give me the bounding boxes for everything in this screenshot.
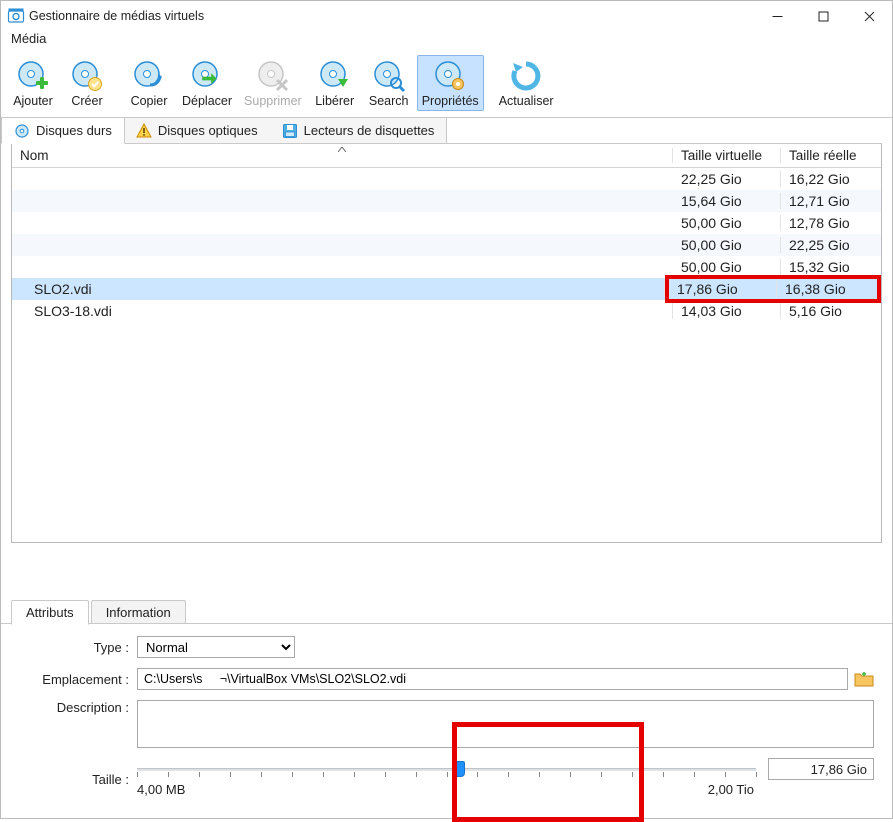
size-value-input[interactable]: 17,86 Gio: [768, 758, 874, 780]
disk-properties-icon: [432, 58, 468, 94]
media-table: Nom Taille virtuelle Taille réelle 22,25…: [11, 143, 882, 543]
th-real-size[interactable]: Taille réelle: [781, 148, 881, 163]
tab-optical-label: Disques optiques: [158, 123, 258, 138]
titlebar: Gestionnaire de médias virtuels: [1, 1, 892, 31]
type-select[interactable]: Normal: [137, 636, 295, 658]
location-input[interactable]: [137, 668, 848, 690]
table-row[interactable]: SLO2.vdi17,86 Gio16,38 Gio: [12, 278, 881, 300]
tab-attributes[interactable]: Attributs: [11, 600, 89, 625]
cell-real-size: 22,25 Gio: [781, 237, 881, 253]
size-slider[interactable]: [137, 759, 756, 779]
cell-real-size: 16,38 Gio: [777, 281, 877, 297]
toolbar-properties-label: Propriétés: [422, 94, 479, 108]
slider-track: [137, 768, 756, 771]
slider-ticks: [137, 772, 756, 778]
description-label: Description :: [19, 700, 137, 715]
table-row[interactable]: 22,25 Gio16,22 Gio: [12, 168, 881, 190]
properties-button[interactable]: Propriétés: [417, 55, 484, 111]
browse-folder-icon[interactable]: [854, 669, 874, 689]
cell-virtual-size: 50,00 Gio: [673, 215, 781, 231]
cell-real-size: 12,71 Gio: [781, 193, 881, 209]
slider-max-label: 2,00 Tio: [708, 782, 754, 797]
table-row[interactable]: 15,64 Gio12,71 Gio: [12, 190, 881, 212]
floppy-icon: [282, 123, 298, 139]
type-label: Type :: [19, 640, 137, 655]
menubar: Média: [1, 31, 892, 51]
disk-release-icon: [317, 58, 353, 94]
disk-add-icon: [15, 58, 51, 94]
cell-virtual-size: 50,00 Gio: [673, 237, 781, 253]
tab-hdd-label: Disques durs: [36, 123, 112, 138]
toolbar: Ajouter Créer Copier Déplacer Supprimer …: [1, 51, 892, 117]
toolbar-delete-label: Supprimer: [244, 94, 302, 108]
sort-indicator-icon: [12, 147, 672, 152]
table-row[interactable]: SLO3-18.vdi14,03 Gio5,16 Gio: [12, 300, 881, 322]
release-button[interactable]: Libérer: [309, 55, 361, 111]
toolbar-search-label: Search: [369, 94, 409, 108]
annotation-highlight: 17,86 Gio16,38 Gio: [665, 275, 881, 303]
menu-media[interactable]: Média: [11, 31, 46, 46]
toolbar-create-label: Créer: [71, 94, 102, 108]
tab-floppy-label: Lecteurs de disquettes: [304, 123, 435, 138]
copy-button[interactable]: Copier: [123, 55, 175, 111]
size-value-text: 17,86 Gio: [811, 762, 867, 777]
size-label: Taille :: [19, 772, 137, 787]
properties-tabs: Attributs Information: [1, 600, 892, 624]
properties-pane: Attributs Information Type : Normal Empl…: [1, 600, 892, 818]
cell-real-size: 5,16 Gio: [781, 303, 881, 319]
disk-delete-icon: [255, 58, 291, 94]
cell-virtual-size: 17,86 Gio: [669, 281, 777, 297]
th-virtual-size[interactable]: Taille virtuelle: [673, 148, 781, 163]
disk-move-icon: [189, 58, 225, 94]
properties-body: Type : Normal Emplacement : Description …: [1, 624, 892, 818]
cell-virtual-size: 22,25 Gio: [673, 171, 781, 187]
toolbar-refresh-label: Actualiser: [499, 94, 554, 108]
warning-icon: [136, 123, 152, 139]
slider-thumb[interactable]: [453, 761, 465, 777]
toolbar-add-label: Ajouter: [13, 94, 53, 108]
th-name[interactable]: Nom: [12, 148, 673, 163]
description-input[interactable]: [137, 700, 874, 748]
location-label: Emplacement :: [19, 672, 137, 687]
cell-real-size: 15,32 Gio: [781, 259, 881, 275]
cell-name: SLO2.vdi: [12, 281, 665, 297]
refresh-icon: [508, 58, 544, 94]
cell-real-size: 12,78 Gio: [781, 215, 881, 231]
slider-min-label: 4,00 MB: [137, 782, 185, 797]
disk-search-icon: [371, 58, 407, 94]
minimize-button[interactable]: [754, 1, 800, 31]
search-button[interactable]: Search: [363, 55, 415, 111]
tab-hard-disks[interactable]: Disques durs: [1, 118, 125, 144]
create-button[interactable]: Créer: [61, 55, 113, 111]
table-body: 22,25 Gio16,22 Gio15,64 Gio12,71 Gio50,0…: [12, 168, 881, 542]
cell-real-size: 16,22 Gio: [781, 171, 881, 187]
window-controls: [754, 1, 892, 31]
app-icon: [7, 7, 25, 25]
cell-virtual-size: 14,03 Gio: [673, 303, 781, 319]
add-button[interactable]: Ajouter: [7, 55, 59, 111]
table-row[interactable]: 50,00 Gio12,78 Gio: [12, 212, 881, 234]
table-header: Nom Taille virtuelle Taille réelle: [12, 144, 881, 168]
table-row[interactable]: 50,00 Gio22,25 Gio: [12, 234, 881, 256]
move-button[interactable]: Déplacer: [177, 55, 237, 111]
delete-button[interactable]: Supprimer: [239, 55, 307, 111]
media-type-tabs: Disques durs Disques optiques Lecteurs d…: [1, 117, 892, 144]
toolbar-release-label: Libérer: [315, 94, 354, 108]
cell-name: SLO3-18.vdi: [12, 303, 673, 319]
disk-create-icon: [69, 58, 105, 94]
window-title: Gestionnaire de médias virtuels: [25, 9, 754, 23]
cell-virtual-size: 15,64 Gio: [673, 193, 781, 209]
refresh-button[interactable]: Actualiser: [494, 55, 559, 111]
tab-optical-disks[interactable]: Disques optiques: [124, 118, 271, 144]
tab-floppy-drives[interactable]: Lecteurs de disquettes: [270, 118, 448, 144]
toolbar-move-label: Déplacer: [182, 94, 232, 108]
tab-information[interactable]: Information: [91, 600, 186, 624]
maximize-button[interactable]: [800, 1, 846, 31]
hdd-icon: [14, 123, 30, 139]
toolbar-copy-label: Copier: [131, 94, 168, 108]
disk-copy-icon: [131, 58, 167, 94]
close-button[interactable]: [846, 1, 892, 31]
cell-virtual-size: 50,00 Gio: [673, 259, 781, 275]
